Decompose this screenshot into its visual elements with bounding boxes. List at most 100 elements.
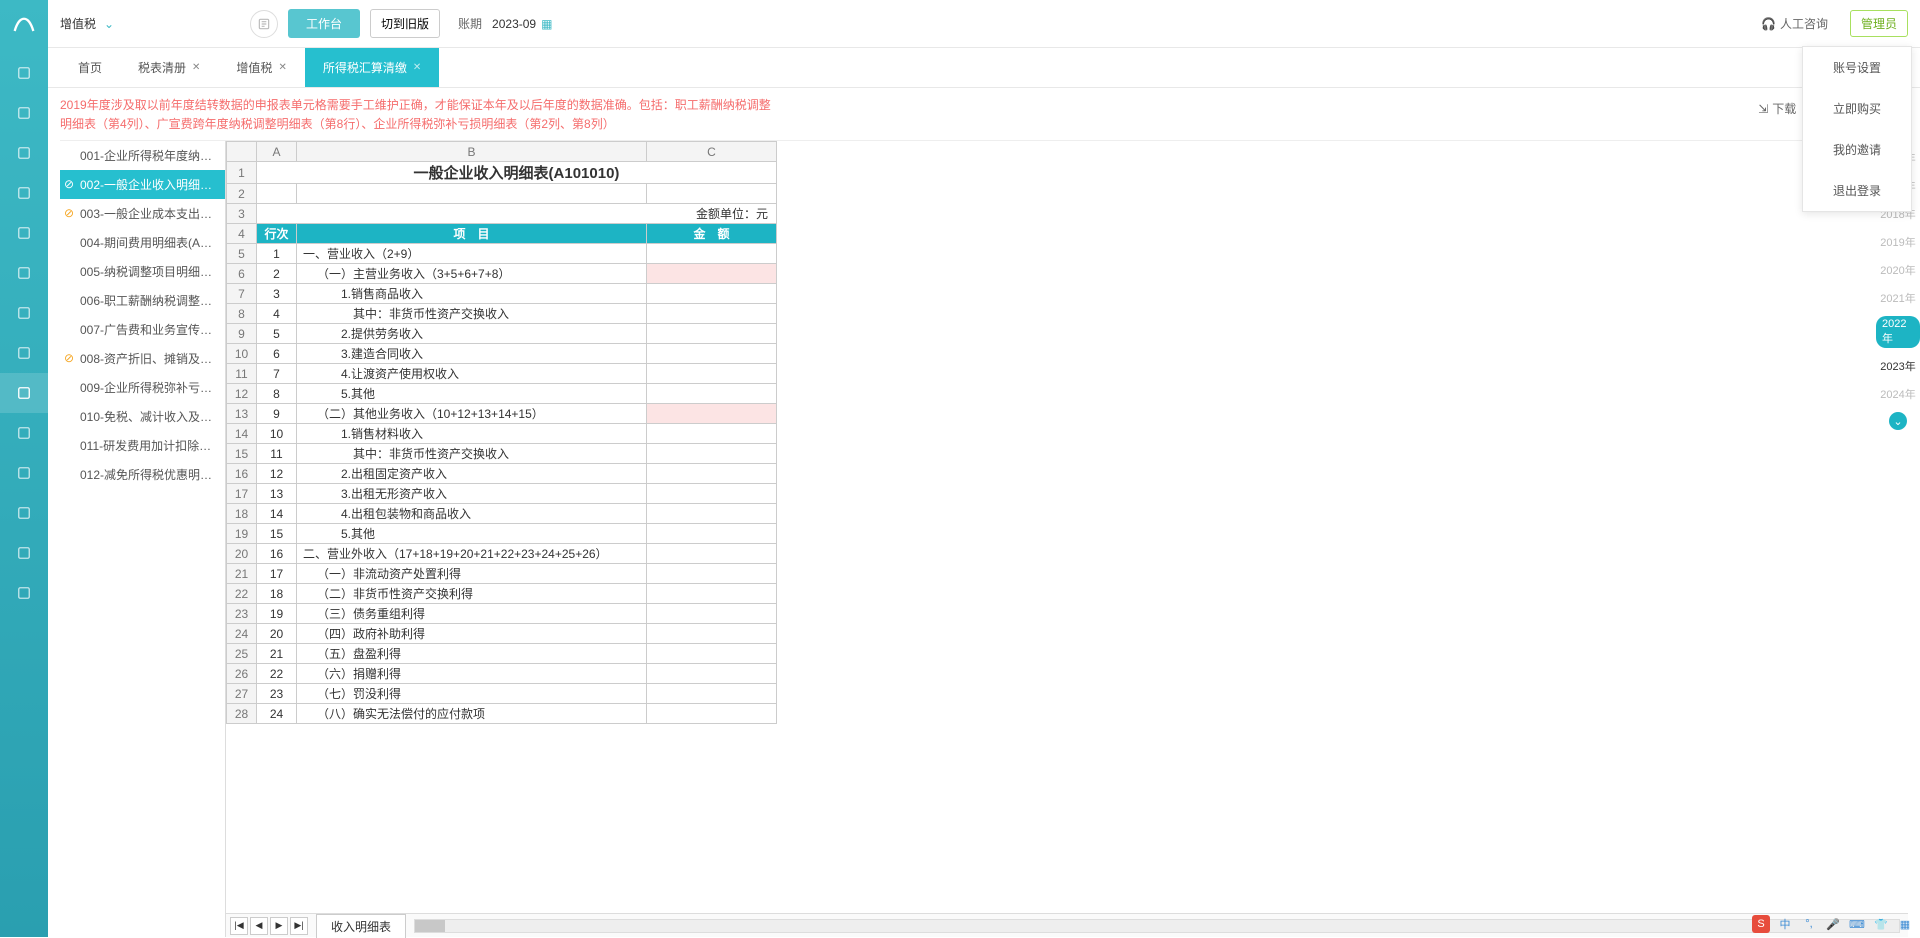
ime-punct-icon[interactable]: °, [1800,915,1818,933]
item-cell[interactable]: （四）政府补助利得 [297,624,647,644]
page-tab[interactable]: 首页 [60,48,120,87]
sidebar-play-icon[interactable] [0,533,48,573]
sidebar-bag-icon[interactable] [0,173,48,213]
sidebar-tool-icon[interactable] [0,293,48,333]
sidebar-grid-icon[interactable] [0,253,48,293]
item-cell[interactable]: 4.让渡资产使用权收入 [297,364,647,384]
row-number-cell[interactable]: 23 [257,684,297,704]
user-menu-item[interactable]: 退出登录 [1803,170,1911,211]
sheet-tab[interactable]: 收入明细表 [316,914,406,938]
amount-cell[interactable] [647,644,777,664]
row-number-cell[interactable]: 7 [257,364,297,384]
sheet-nav-prev[interactable]: ◀ [250,917,268,935]
admin-button[interactable]: 管理员 [1850,10,1908,37]
row-number-cell[interactable]: 20 [257,624,297,644]
item-cell[interactable]: 二、营业外收入（17+18+19+20+21+22+23+24+25+26） [297,544,647,564]
amount-cell[interactable] [647,464,777,484]
item-cell[interactable]: （二）其他业务收入（10+12+13+14+15） [297,404,647,424]
item-cell[interactable]: 2.提供劳务收入 [297,324,647,344]
item-cell[interactable]: （六）捐赠利得 [297,664,647,684]
item-cell[interactable]: （二）非货币性资产交换利得 [297,584,647,604]
form-list-item[interactable]: 007-广告费和业务宣传费跨... [60,315,225,344]
switch-old-button[interactable]: 切到旧版 [370,9,440,38]
sidebar-cup-icon[interactable] [0,373,48,413]
user-menu-item[interactable]: 账号设置 [1803,47,1911,88]
form-list-item[interactable]: 009-企业所得税弥补亏损明... [60,373,225,402]
page-tab[interactable]: 增值税✕ [218,48,304,87]
row-number-cell[interactable]: 1 [257,244,297,264]
form-list-item[interactable]: 001-企业所得税年度纳税申... [60,141,225,170]
ime-logo-icon[interactable]: S [1752,915,1770,933]
item-cell[interactable]: 其中：非货币性资产交换收入 [297,304,647,324]
sidebar-file-icon[interactable] [0,213,48,253]
ime-lang-icon[interactable]: 中 [1776,915,1794,933]
amount-cell[interactable] [647,284,777,304]
ime-grid-icon[interactable]: ▦ [1896,915,1914,933]
item-cell[interactable]: 3.建造合同收入 [297,344,647,364]
amount-cell[interactable] [647,344,777,364]
page-tab[interactable]: 税表清册✕ [120,48,218,87]
sidebar-chart-icon[interactable] [0,133,48,173]
item-cell[interactable]: 1.销售商品收入 [297,284,647,304]
item-cell[interactable]: （三）债务重组利得 [297,604,647,624]
row-number-cell[interactable]: 14 [257,504,297,524]
amount-cell[interactable] [647,604,777,624]
form-list-item[interactable]: 012-减免所得税优惠明细表(... [60,460,225,489]
history-icon-button[interactable] [250,10,278,38]
sheet-nav-next[interactable]: ▶ [270,917,288,935]
amount-cell[interactable] [647,424,777,444]
amount-cell[interactable] [647,324,777,344]
item-cell[interactable]: 5.其他 [297,524,647,544]
row-number-cell[interactable]: 8 [257,384,297,404]
row-number-cell[interactable]: 21 [257,644,297,664]
col-header[interactable]: C [647,142,777,162]
amount-cell[interactable] [647,584,777,604]
item-cell[interactable]: 2.出租固定资产收入 [297,464,647,484]
consult-link[interactable]: 🎧 人工咨询 [1761,15,1828,32]
item-cell[interactable]: 5.其他 [297,384,647,404]
item-cell[interactable]: （一）非流动资产处置利得 [297,564,647,584]
sidebar-mail-icon[interactable] [0,453,48,493]
tab-close-icon[interactable]: ✕ [192,62,200,73]
row-number-cell[interactable]: 12 [257,464,297,484]
row-number-cell[interactable]: 24 [257,704,297,724]
sheet-nav-last[interactable]: ▶| [290,917,308,935]
row-number-cell[interactable]: 10 [257,424,297,444]
form-list-item[interactable]: ⊘002-一般企业收入明细表(A1... [60,170,225,199]
row-number-cell[interactable]: 15 [257,524,297,544]
period-picker[interactable]: 2023-09 ▦ [492,17,552,31]
amount-cell[interactable] [647,404,777,424]
sidebar-v-icon[interactable] [0,573,48,613]
form-list-item[interactable]: ⊘003-一般企业成本支出明细... [60,199,225,228]
year-chip[interactable]: 2020年 [1876,260,1919,280]
sheet-nav-first[interactable]: |◀ [230,917,248,935]
amount-cell[interactable] [647,524,777,544]
item-cell[interactable]: （一）主营业务收入（3+5+6+7+8） [297,264,647,284]
amount-cell[interactable] [647,624,777,644]
form-list-item[interactable]: 004-期间费用明细表(A1040... [60,228,225,257]
form-list-item[interactable]: 006-职工薪酬纳税调整明细... [60,286,225,315]
amount-cell[interactable] [647,364,777,384]
ime-keyboard-icon[interactable]: ⌨ [1848,915,1866,933]
row-number-cell[interactable]: 9 [257,404,297,424]
col-header[interactable]: B [297,142,647,162]
sidebar-home-icon[interactable] [0,53,48,93]
row-number-cell[interactable]: 4 [257,304,297,324]
ime-mic-icon[interactable]: 🎤 [1824,915,1842,933]
row-number-cell[interactable]: 16 [257,544,297,564]
amount-cell[interactable] [647,544,777,564]
item-cell[interactable]: 一、营业收入（2+9） [297,244,647,264]
row-number-cell[interactable]: 2 [257,264,297,284]
sidebar-gear-icon[interactable] [0,493,48,533]
user-menu-item[interactable]: 我的邀请 [1803,129,1911,170]
company-selector[interactable]: 增值税 ⌄ [60,15,240,32]
col-header[interactable]: A [257,142,297,162]
row-number-cell[interactable]: 17 [257,564,297,584]
ime-skin-icon[interactable]: 👕 [1872,915,1890,933]
amount-cell[interactable] [647,664,777,684]
sidebar-doc-icon[interactable] [0,93,48,133]
user-menu-item[interactable]: 立即购买 [1803,88,1911,129]
year-chip[interactable]: 2024年 [1876,384,1919,404]
row-number-cell[interactable]: 13 [257,484,297,504]
amount-cell[interactable] [647,384,777,404]
